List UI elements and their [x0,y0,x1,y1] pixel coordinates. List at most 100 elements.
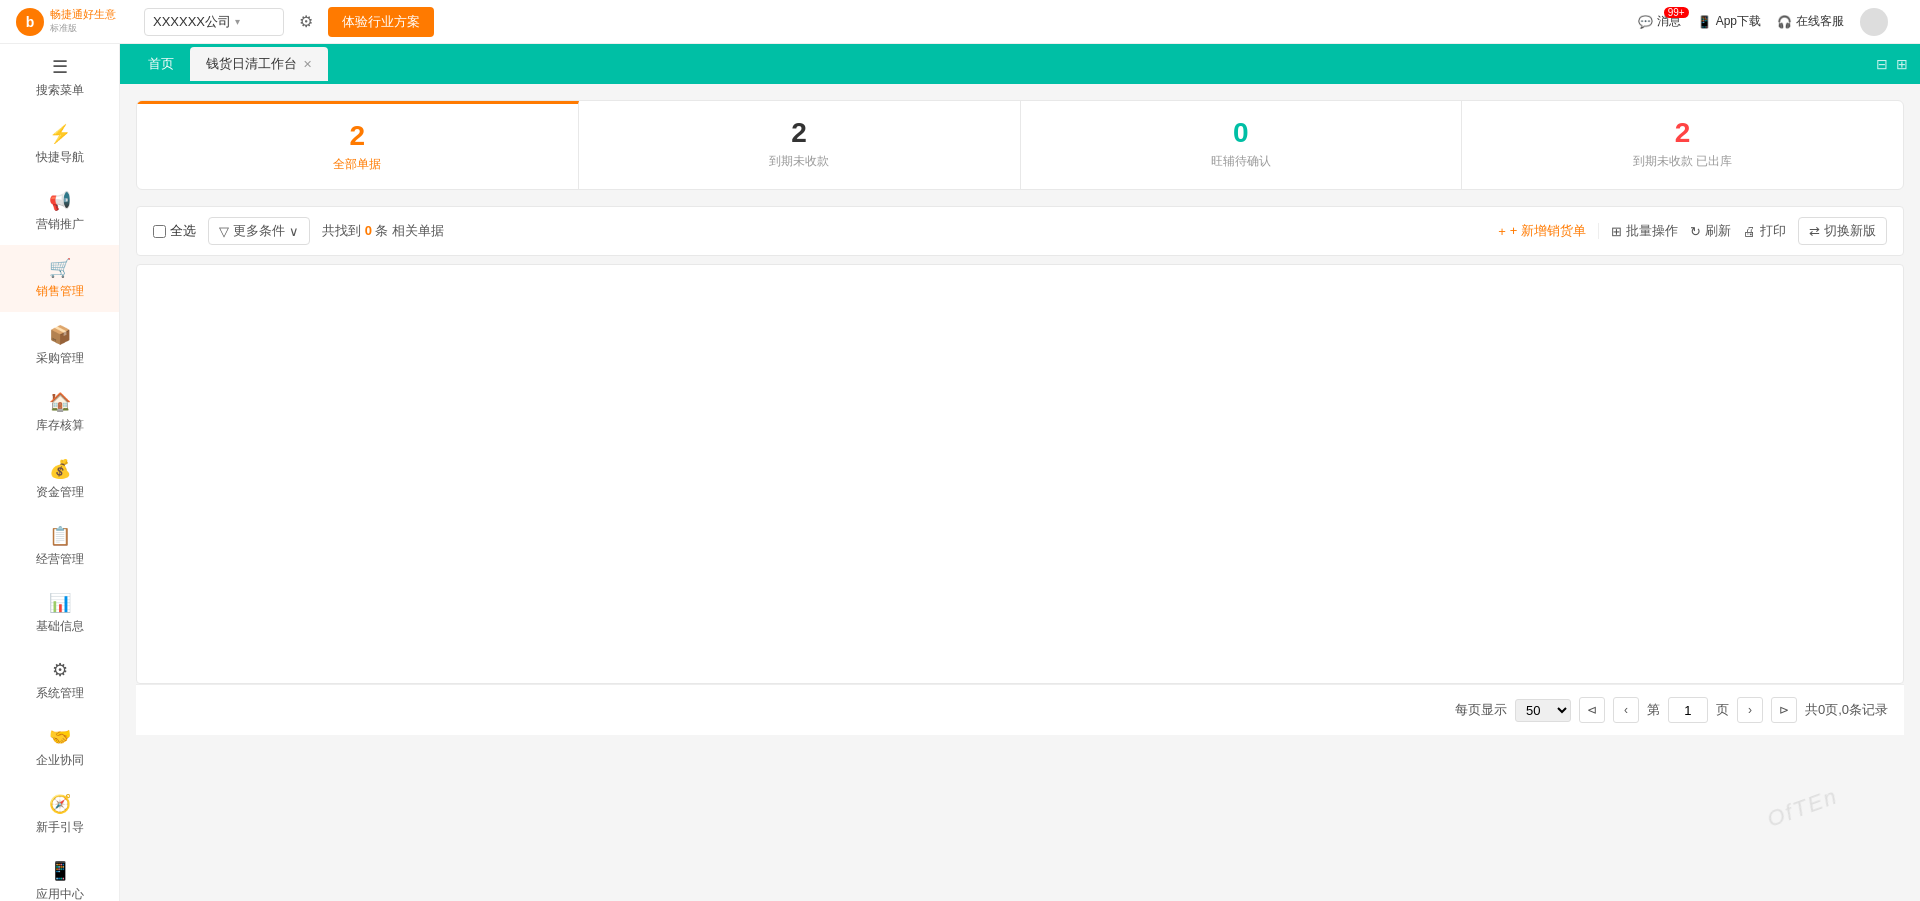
total-info: 共0页,0条记录 [1805,701,1888,719]
stats-row: 2 全部单据 2 到期未收款 0 旺辅待确认 2 到期未收款 已出库 [136,100,1904,190]
logo-text: 畅捷通好生意 [50,8,116,21]
company-selector[interactable]: XXXXXX公司 ▾ [144,8,284,36]
app-download-label: App下载 [1716,13,1761,30]
batch-icon: ⊞ [1611,224,1622,239]
refresh-icon: ↻ [1690,224,1701,239]
sidebar-label-operations: 经营管理 [36,551,84,568]
tab-home[interactable]: 首页 [132,47,190,81]
sidebar-item-enterprise[interactable]: 🤝 企业协同 [0,714,119,781]
stat-card-wangwang-confirm[interactable]: 0 旺辅待确认 [1021,101,1463,189]
logo-icon: b [16,8,44,36]
stat-card-overdue-unpaid[interactable]: 2 到期未收款 [579,101,1021,189]
sidebar-label-search-menu: 搜索菜单 [36,82,84,99]
page-size-label: 每页显示 [1455,701,1507,719]
sidebar-item-system[interactable]: ⚙ 系统管理 [0,647,119,714]
message-button[interactable]: 💬 消息 99+ [1638,13,1681,30]
company-name: XXXXXX公司 [153,13,231,31]
prev-page-button[interactable]: ‹ [1613,697,1639,723]
finance-icon: 💰 [49,458,71,480]
page-number-input[interactable] [1668,697,1708,723]
toolbar-left: 全选 ▽ 更多条件 ∨ 共找到 0 条 相关单据 [153,217,444,245]
online-service-label: 在线客服 [1796,13,1844,30]
switch-version-button[interactable]: ⇄ 切换新版 [1798,217,1887,245]
sidebar-item-sales[interactable]: 🛒 销售管理 [0,245,119,312]
quick-nav-icon: ⚡ [49,123,71,145]
inventory-icon: 🏠 [49,391,71,413]
settings-button[interactable]: ⚙ [292,8,320,36]
first-page-button[interactable]: ⊲ [1579,697,1605,723]
select-all-label: 全选 [170,222,196,240]
add-sales-order-button[interactable]: + + 新增销货单 [1498,222,1586,240]
next-page-button[interactable]: › [1737,697,1763,723]
service-icon: 🎧 [1777,15,1792,29]
filter-icon: ▽ [219,224,229,239]
filter-button[interactable]: ▽ 更多条件 ∨ [208,217,310,245]
marketing-icon: 📢 [49,190,71,212]
sidebar-item-operations[interactable]: 📋 经营管理 [0,513,119,580]
sidebar-item-inventory[interactable]: 🏠 库存核算 [0,379,119,446]
switch-icon: ⇄ [1809,224,1820,239]
sidebar-item-quick-nav[interactable]: ⚡ 快捷导航 [0,111,119,178]
batch-operation-button[interactable]: ⊞ 批量操作 [1611,222,1678,240]
stat-label-wangwang-confirm: 旺辅待确认 [1041,153,1442,170]
stat-number-overdue-unpaid: 2 [599,117,1000,149]
avatar[interactable] [1860,8,1888,36]
tab-expand-button[interactable]: ⊞ [1896,56,1908,72]
page-size-select[interactable]: 102050100 [1515,699,1571,722]
stat-number-all: 2 [157,120,558,152]
print-button[interactable]: 🖨 打印 [1743,222,1786,240]
sidebar-label-finance: 资金管理 [36,484,84,501]
stat-label-overdue-unpaid: 到期未收款 [599,153,1000,170]
app-download-button[interactable]: 📱 App下载 [1697,13,1761,30]
sidebar-label-quick-nav: 快捷导航 [36,149,84,166]
tab-close-icon[interactable]: ✕ [303,58,312,71]
purchase-icon: 📦 [49,324,71,346]
main-layout: ☰ 搜索菜单 ⚡ 快捷导航 📢 营销推广 🛒 销售管理 📦 采购管理 🏠 库存核… [0,44,1920,901]
sidebar-label-guide: 新手引导 [36,819,84,836]
message-icon: 💬 [1638,15,1653,29]
table-area [136,264,1904,684]
stat-number-overdue-unshipped: 2 [1482,117,1883,149]
sidebar-item-guide[interactable]: 🧭 新手引导 [0,781,119,848]
tab-bar: 首页 钱货日清工作台 ✕ ⊟ ⊞ [120,44,1920,84]
toolbar: 全选 ▽ 更多条件 ∨ 共找到 0 条 相关单据 [136,206,1904,256]
stat-number-wangwang-confirm: 0 [1041,117,1442,149]
select-all-input[interactable] [153,225,166,238]
sidebar-item-app-center[interactable]: 📱 应用中心 [0,848,119,901]
basic-info-icon: 📊 [49,592,71,614]
tab-minimize-button[interactable]: ⊟ [1876,56,1888,72]
sidebar-label-purchase: 采购管理 [36,350,84,367]
separator [1598,223,1599,239]
gear-icon: ⚙ [299,12,313,31]
toolbar-right: + + 新增销货单 ⊞ 批量操作 ↻ 刷新 🖨 打印 [1498,217,1887,245]
select-all-checkbox[interactable]: 全选 [153,222,196,240]
print-icon: 🖨 [1743,224,1756,239]
experience-button[interactable]: 体验行业方案 [328,7,434,37]
logo-area: b 畅捷通好生意 标准版 [16,8,136,36]
stat-card-all[interactable]: 2 全部单据 [137,101,579,189]
refresh-button[interactable]: ↻ 刷新 [1690,222,1731,240]
filter-label: 更多条件 [233,222,285,240]
tab-active[interactable]: 钱货日清工作台 ✕ [190,47,328,81]
sidebar-item-finance[interactable]: 💰 资金管理 [0,446,119,513]
sales-icon: 🛒 [49,257,71,279]
search-menu-icon: ☰ [52,56,68,78]
enterprise-icon: 🤝 [49,726,71,748]
sidebar-label-marketing: 营销推广 [36,216,84,233]
sidebar-label-app-center: 应用中心 [36,886,84,901]
top-header: b 畅捷通好生意 标准版 XXXXXX公司 ▾ ⚙ 体验行业方案 💬 消息 99… [0,0,1920,44]
download-icon: 📱 [1697,15,1712,29]
operations-icon: 📋 [49,525,71,547]
stat-card-overdue-unshipped[interactable]: 2 到期未收款 已出库 [1462,101,1903,189]
message-badge: 99+ [1664,7,1689,18]
guide-icon: 🧭 [49,793,71,815]
online-service-button[interactable]: 🎧 在线客服 [1777,13,1844,30]
sidebar-item-purchase[interactable]: 📦 采购管理 [0,312,119,379]
main-content: 首页 钱货日清工作台 ✕ ⊟ ⊞ 2 全部单据 2 到期未收款 0 旺辅待确认 [120,44,1920,901]
sidebar-item-search-menu[interactable]: ☰ 搜索菜单 [0,44,119,111]
last-page-button[interactable]: ⊳ [1771,697,1797,723]
sidebar-item-basic-info[interactable]: 📊 基础信息 [0,580,119,647]
sidebar-item-marketing[interactable]: 📢 营销推广 [0,178,119,245]
stat-label-all: 全部单据 [157,156,558,173]
found-text: 共找到 0 条 相关单据 [322,222,444,240]
